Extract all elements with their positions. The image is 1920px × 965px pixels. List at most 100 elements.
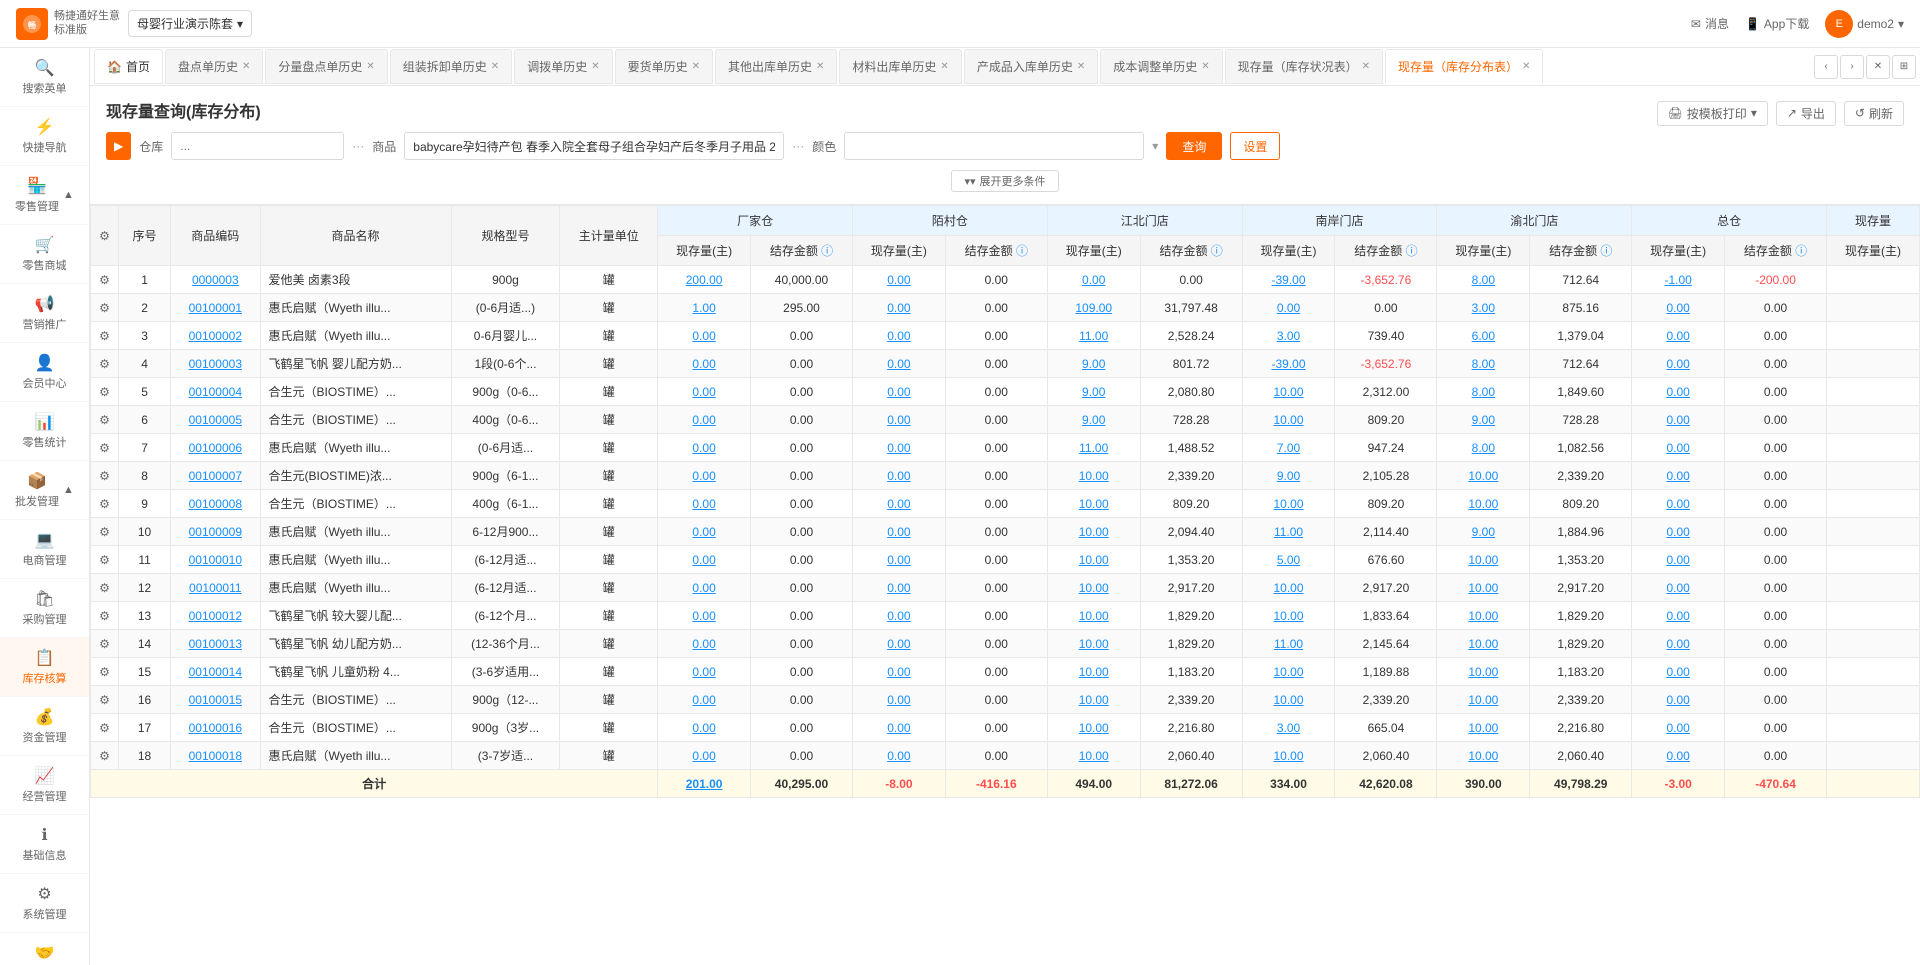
row-code[interactable]: 00100005 (171, 406, 260, 434)
row-fq[interactable]: 1.00 (658, 294, 751, 322)
gear-icon[interactable]: ⚙ (99, 749, 110, 763)
row-ybq[interactable]: 10.00 (1437, 714, 1530, 742)
gear-icon[interactable]: ⚙ (99, 301, 110, 315)
tab-close-all-btn[interactable]: ✕ (1866, 55, 1890, 79)
row-code[interactable]: 00100013 (171, 630, 260, 658)
row-cq[interactable]: 0.00 (853, 434, 946, 462)
sidebar-item-operations[interactable]: 📈 经营管理 (0, 756, 89, 815)
row-fq[interactable]: 0.00 (658, 658, 751, 686)
sidebar-item-purchase[interactable]: 🛍 采购管理 (0, 579, 89, 638)
row-ybq[interactable]: 8.00 (1437, 434, 1530, 462)
sidebar-item-wholesale[interactable]: 📦 批发管理 ▲ (0, 461, 89, 520)
row-settings[interactable]: ⚙ (91, 518, 119, 546)
row-ybq[interactable]: 3.00 (1437, 294, 1530, 322)
row-zq[interactable]: 0.00 (1632, 602, 1725, 630)
row-naq[interactable]: 10.00 (1242, 742, 1335, 770)
row-fq[interactable]: 0.00 (658, 434, 751, 462)
sidebar-item-collab[interactable]: 🤝 企业协同 (0, 933, 89, 965)
row-ybq[interactable]: 6.00 (1437, 322, 1530, 350)
sidebar-item-marketing[interactable]: 📢 营销推广 (0, 284, 89, 343)
row-ybq[interactable]: 10.00 (1437, 574, 1530, 602)
sidebar-item-mall[interactable]: 🛒 零售商城 (0, 225, 89, 284)
row-zq[interactable]: 0.00 (1632, 686, 1725, 714)
warehouse-input[interactable] (171, 132, 344, 160)
row-naq[interactable]: -39.00 (1242, 350, 1335, 378)
row-fq[interactable]: 0.00 (658, 574, 751, 602)
gear-icon[interactable]: ⚙ (99, 693, 110, 707)
tab-close-clckd[interactable]: ✕ (940, 61, 948, 72)
row-cq[interactable]: 0.00 (853, 574, 946, 602)
row-cq[interactable]: 0.00 (853, 630, 946, 658)
row-settings[interactable]: ⚙ (91, 434, 119, 462)
row-code[interactable]: 00100014 (171, 658, 260, 686)
row-ybq[interactable]: 10.00 (1437, 742, 1530, 770)
row-zq[interactable]: 0.00 (1632, 434, 1725, 462)
row-settings[interactable]: ⚙ (91, 602, 119, 630)
tab-close-cbtzdsd[interactable]: ✕ (1201, 61, 1209, 72)
row-jbq[interactable]: 10.00 (1047, 574, 1140, 602)
row-code[interactable]: 00100006 (171, 434, 260, 462)
row-cq[interactable]: 0.00 (853, 546, 946, 574)
row-zq[interactable]: 0.00 (1632, 406, 1725, 434)
app-download-btn[interactable]: 📱 App下载 (1745, 15, 1809, 32)
sidebar-item-nav[interactable]: ⚡ 快捷导航 (0, 107, 89, 166)
row-code[interactable]: 0000003 (171, 266, 260, 294)
row-zq[interactable]: 0.00 (1632, 462, 1725, 490)
row-zq[interactable]: 0.00 (1632, 490, 1725, 518)
gear-icon[interactable]: ⚙ (99, 497, 110, 511)
row-fq[interactable]: 0.00 (658, 378, 751, 406)
print-btn[interactable]: 🖨 按模板打印 ▾ (1657, 101, 1768, 126)
row-naq[interactable]: 7.00 (1242, 434, 1335, 462)
row-jbq[interactable]: 10.00 (1047, 602, 1140, 630)
tab-fpd[interactable]: 分量盘点单历史 ✕ (265, 49, 387, 84)
gear-icon[interactable]: ⚙ (99, 665, 110, 679)
user-menu[interactable]: E demo2 ▾ (1825, 10, 1904, 38)
row-fq[interactable]: 0.00 (658, 406, 751, 434)
gear-icon[interactable]: ⚙ (99, 385, 110, 399)
row-ybq[interactable]: 10.00 (1437, 686, 1530, 714)
row-fq[interactable]: 0.00 (658, 350, 751, 378)
sidebar-item-retail-stats[interactable]: 📊 零售统计 (0, 402, 89, 461)
row-zq[interactable]: 0.00 (1632, 322, 1725, 350)
row-cq[interactable]: 0.00 (853, 378, 946, 406)
row-code[interactable]: 00100009 (171, 518, 260, 546)
row-jbq[interactable]: 10.00 (1047, 742, 1140, 770)
row-ybq[interactable]: 10.00 (1437, 602, 1530, 630)
tab-close-ygd[interactable]: ✕ (692, 61, 700, 72)
row-zq[interactable]: 0.00 (1632, 546, 1725, 574)
row-cq[interactable]: 0.00 (853, 294, 946, 322)
sidebar-item-retail[interactable]: 🏪 零售管理 ▲ (0, 166, 89, 225)
row-cq[interactable]: 0.00 (853, 406, 946, 434)
row-jbq[interactable]: 0.00 (1047, 266, 1140, 294)
row-settings[interactable]: ⚙ (91, 490, 119, 518)
row-cq[interactable]: 0.00 (853, 658, 946, 686)
row-settings[interactable]: ⚙ (91, 714, 119, 742)
tab-close-cprkd[interactable]: ✕ (1077, 61, 1085, 72)
filter-expand-btn[interactable]: ▶ (106, 132, 131, 160)
gear-icon[interactable]: ⚙ (99, 273, 110, 287)
row-fq[interactable]: 0.00 (658, 742, 751, 770)
row-cq[interactable]: 0.00 (853, 518, 946, 546)
row-naq[interactable]: 11.00 (1242, 630, 1335, 658)
tab-prev-btn[interactable]: ‹ (1814, 55, 1838, 79)
row-zq[interactable]: 0.00 (1632, 714, 1725, 742)
gear-icon[interactable]: ⚙ (99, 357, 110, 371)
sidebar-item-ecom[interactable]: 💻 电商管理 (0, 520, 89, 579)
row-code[interactable]: 00100012 (171, 602, 260, 630)
sidebar-item-basic-info[interactable]: ℹ 基础信息 (0, 815, 89, 874)
tab-dbd[interactable]: 调拨单历史 ✕ (514, 49, 612, 84)
query-btn[interactable]: 查询 (1166, 132, 1222, 160)
row-naq[interactable]: 0.00 (1242, 294, 1335, 322)
tab-close-pd[interactable]: ✕ (242, 61, 250, 72)
row-cq[interactable]: 0.00 (853, 742, 946, 770)
row-naq[interactable]: 3.00 (1242, 322, 1335, 350)
gear-icon[interactable]: ⚙ (99, 229, 110, 243)
sidebar-item-member[interactable]: 👤 会员中心 (0, 343, 89, 402)
row-jbq[interactable]: 10.00 (1047, 630, 1140, 658)
row-fq[interactable]: 0.00 (658, 546, 751, 574)
row-code[interactable]: 00100002 (171, 322, 260, 350)
sidebar-item-system[interactable]: ⚙ 系统管理 (0, 874, 89, 933)
row-naq[interactable]: 10.00 (1242, 490, 1335, 518)
row-jbq[interactable]: 109.00 (1047, 294, 1140, 322)
row-jbq[interactable]: 10.00 (1047, 462, 1140, 490)
